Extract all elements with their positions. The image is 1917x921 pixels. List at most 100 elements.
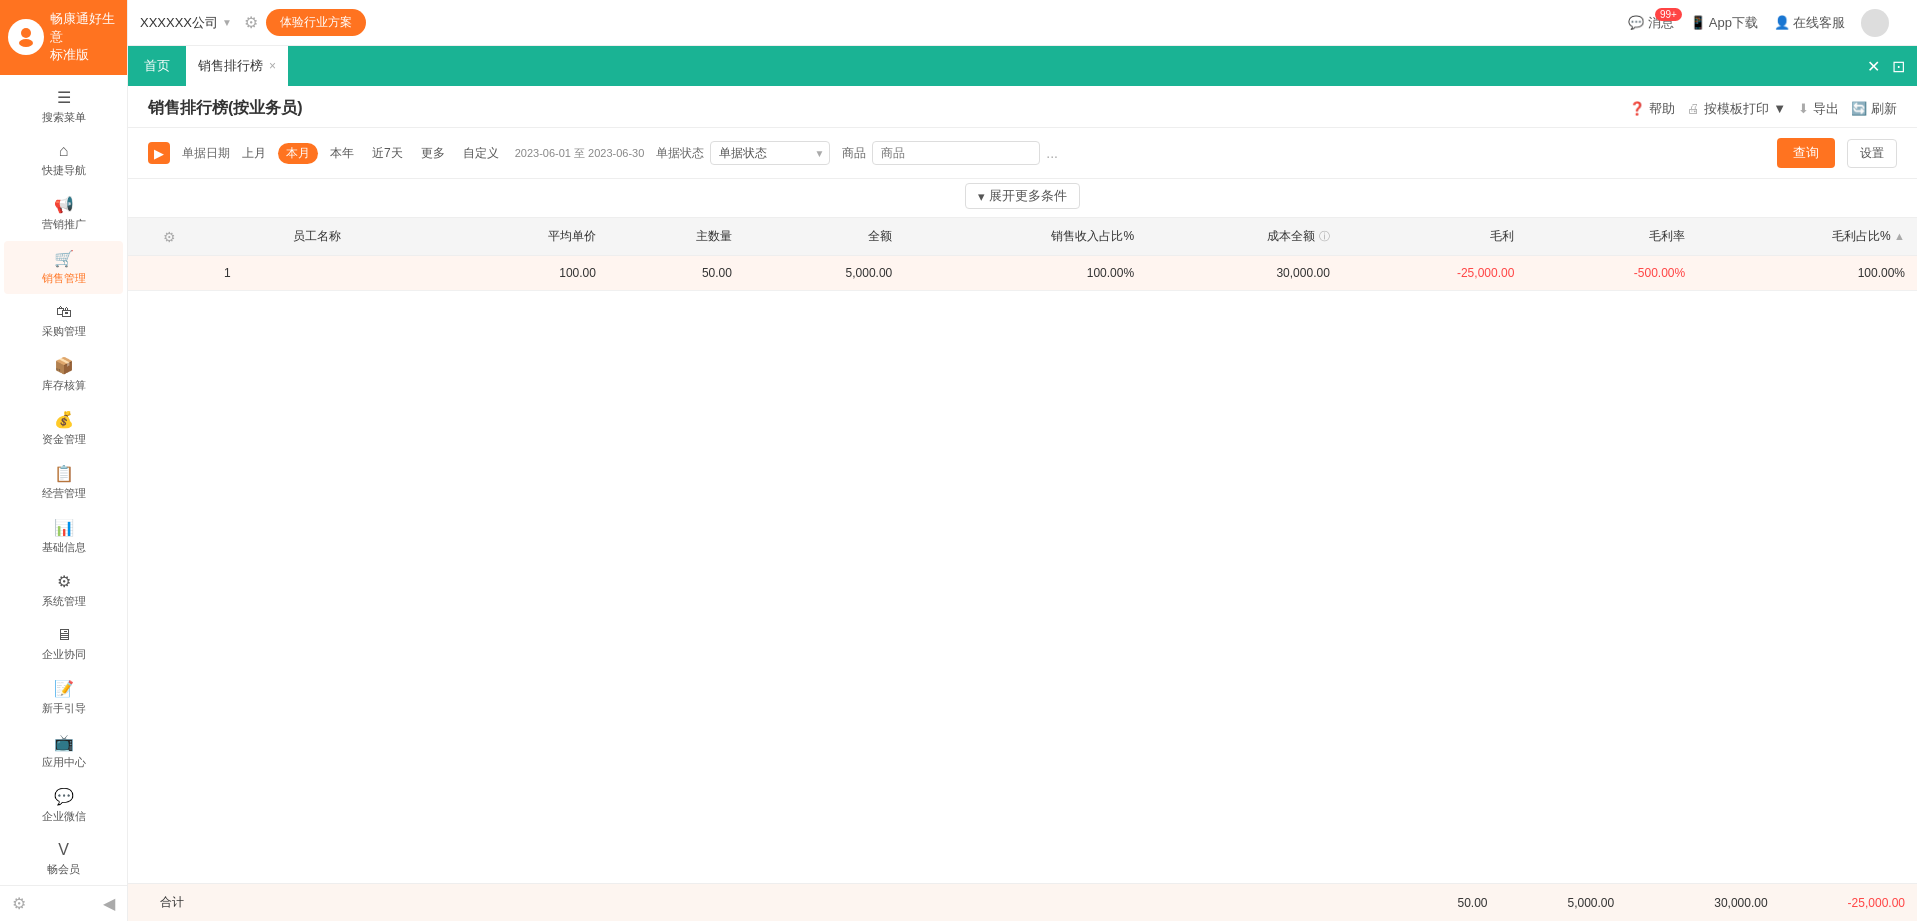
sidebar-item-搜索菜单[interactable]: ☰ 搜索菜单 bbox=[4, 80, 123, 133]
date-this-month-button[interactable]: 本月 bbox=[278, 143, 318, 164]
sidebar-label-8: 基础信息 bbox=[42, 540, 86, 555]
sidebar-item-企业微信[interactable]: 💬 企业微信 bbox=[4, 779, 123, 832]
settings-icon[interactable]: ⚙ bbox=[163, 229, 176, 245]
sidebar-icon-2: 📢 bbox=[54, 195, 74, 214]
message-icon: 💬 bbox=[1628, 15, 1644, 30]
more-filters-icon[interactable]: ... bbox=[1046, 145, 1058, 161]
tab-active-label: 销售排行榜 bbox=[198, 57, 263, 75]
status-filter-group: 单据状态 单据状态 ▼ bbox=[656, 141, 830, 165]
service-label: 在线客服 bbox=[1793, 14, 1845, 32]
svg-point-0 bbox=[21, 28, 31, 38]
topbar-settings-icon[interactable]: ⚙ bbox=[244, 13, 258, 32]
sidebar-label-7: 经营管理 bbox=[42, 486, 86, 501]
status-label: 单据状态 bbox=[656, 145, 704, 162]
filter-toggle-icon: ▶ bbox=[154, 146, 164, 161]
sidebar-icon-8: 📊 bbox=[54, 518, 74, 537]
sidebar-label-1: 快捷导航 bbox=[42, 163, 86, 178]
sidebar-icon-13: 💬 bbox=[54, 787, 74, 806]
online-service-button[interactable]: 👤 在线客服 bbox=[1774, 14, 1845, 32]
footer-amount: 5,000.00 bbox=[1568, 896, 1615, 910]
col-cost: 成本全额 ⓘ bbox=[1146, 218, 1342, 256]
date-7days-button[interactable]: 近7天 bbox=[366, 143, 409, 164]
col-profit-pct: 毛利占比% ▲ bbox=[1697, 218, 1917, 256]
row-avg-price: 100.00 bbox=[445, 256, 608, 291]
topbar: XXXXXX公司 ▼ ⚙ 体验行业方案 💬 消息 99+ 📱 App下载 👤 在… bbox=[128, 0, 1917, 46]
date-custom-button[interactable]: 自定义 bbox=[457, 143, 505, 164]
sidebar-item-采购管理[interactable]: 🛍 采购管理 bbox=[4, 295, 123, 347]
col-profit-rate: 毛利率 bbox=[1526, 218, 1697, 256]
tab-sales-ranking[interactable]: 销售排行榜 × bbox=[186, 46, 288, 86]
tabbar-close-icon[interactable]: ✕ bbox=[1867, 57, 1880, 76]
company-dropdown-icon: ▼ bbox=[222, 17, 232, 28]
company-selector[interactable]: XXXXXX公司 ▼ bbox=[140, 14, 232, 32]
sidebar-icon-0: ☰ bbox=[57, 88, 71, 107]
cost-info-icon: ⓘ bbox=[1319, 230, 1330, 242]
footer-qty: 50.00 bbox=[1457, 896, 1487, 910]
expand-label: 展开更多条件 bbox=[989, 187, 1067, 205]
expand-conditions-button[interactable]: ▾ 展开更多条件 bbox=[965, 183, 1080, 209]
help-button[interactable]: ❓ 帮助 bbox=[1629, 100, 1675, 118]
row-rank: 1 bbox=[212, 256, 282, 291]
footer-cost: 30,000.00 bbox=[1714, 896, 1767, 910]
sidebar-label-6: 资金管理 bbox=[42, 432, 86, 447]
sidebar-item-基础信息[interactable]: 📊 基础信息 bbox=[4, 510, 123, 563]
main-content: XXXXXX公司 ▼ ⚙ 体验行业方案 💬 消息 99+ 📱 App下载 👤 在… bbox=[128, 0, 1917, 921]
app-icon: 📱 bbox=[1690, 15, 1706, 30]
export-button[interactable]: ⬇ 导出 bbox=[1798, 100, 1839, 118]
row-profit-pct: 100.00% bbox=[1697, 256, 1917, 291]
sidebar-item-企业协同[interactable]: 🖥 企业协同 bbox=[4, 618, 123, 670]
sidebar-item-经营管理[interactable]: 📋 经营管理 bbox=[4, 456, 123, 509]
col-name: 员工名称 bbox=[281, 218, 444, 256]
date-last-month-button[interactable]: 上月 bbox=[236, 143, 272, 164]
app-download-button[interactable]: 📱 App下载 bbox=[1690, 14, 1758, 32]
sidebar-collapse-icon[interactable]: ◀ bbox=[103, 894, 115, 913]
trial-button[interactable]: 体验行业方案 bbox=[266, 9, 366, 36]
status-select[interactable]: 单据状态 bbox=[710, 141, 830, 165]
message-badge: 99+ bbox=[1655, 8, 1682, 21]
sidebar-item-应用中心[interactable]: 📺 应用中心 bbox=[4, 725, 123, 778]
filter-bar: ▶ 单据日期 上月 本月 本年 近7天 更多 自定义 2023-06-01 至 … bbox=[128, 128, 1917, 179]
ranking-table: ⚙ 员工名称 平均单价 主数量 全额 销售收入占比% 成本全额 ⓘ 毛利 毛利率 bbox=[128, 218, 1917, 291]
row-profit-rate: -500.00% bbox=[1526, 256, 1697, 291]
tab-close-icon[interactable]: × bbox=[269, 59, 276, 73]
sidebar-label-5: 库存核算 bbox=[42, 378, 86, 393]
filter-toggle-button[interactable]: ▶ bbox=[148, 142, 170, 164]
logo-icon bbox=[8, 19, 44, 55]
filter-settings-button[interactable]: 设置 bbox=[1847, 139, 1897, 168]
query-button[interactable]: 查询 bbox=[1777, 138, 1835, 168]
table-header-row: ⚙ 员工名称 平均单价 主数量 全额 销售收入占比% 成本全额 ⓘ 毛利 毛利率 bbox=[128, 218, 1917, 256]
sidebar-label-2: 营销推广 bbox=[42, 217, 86, 232]
tab-home-label: 首页 bbox=[144, 57, 170, 75]
sidebar-item-畅会员[interactable]: V 畅会员 bbox=[4, 833, 123, 885]
logo-text: 畅康通好生意 标准版 bbox=[50, 10, 119, 65]
sidebar-item-系统管理[interactable]: ⚙ 系统管理 bbox=[4, 564, 123, 617]
export-icon: ⬇ bbox=[1798, 101, 1809, 116]
sidebar-item-新手引导[interactable]: 📝 新手引导 bbox=[4, 671, 123, 724]
sidebar-item-资金管理[interactable]: 💰 资金管理 bbox=[4, 402, 123, 455]
col-qty: 主数量 bbox=[608, 218, 744, 256]
goods-input[interactable] bbox=[872, 141, 1040, 165]
tabbar-restore-icon[interactable]: ⊡ bbox=[1892, 57, 1905, 76]
message-button[interactable]: 💬 消息 99+ bbox=[1628, 14, 1674, 32]
sidebar-icon-9: ⚙ bbox=[57, 572, 71, 591]
tab-home[interactable]: 首页 bbox=[128, 46, 186, 86]
date-this-year-button[interactable]: 本年 bbox=[324, 143, 360, 164]
sidebar-item-营销推广[interactable]: 📢 营销推广 bbox=[4, 187, 123, 240]
print-button[interactable]: 🖨 按模板打印 ▼ bbox=[1687, 100, 1786, 118]
footer-profit: -25,000.00 bbox=[1848, 896, 1905, 910]
sidebar-item-销售管理[interactable]: 🛒 销售管理 bbox=[4, 241, 123, 294]
sidebar-icon-12: 📺 bbox=[54, 733, 74, 752]
footer-total-label: 合计 bbox=[140, 894, 184, 911]
date-more-button[interactable]: 更多 bbox=[415, 143, 451, 164]
row-sales-pct: 100.00% bbox=[904, 256, 1146, 291]
refresh-button[interactable]: 🔄 刷新 bbox=[1851, 100, 1897, 118]
sidebar-label-13: 企业微信 bbox=[42, 809, 86, 824]
sidebar-settings-icon[interactable]: ⚙ bbox=[12, 894, 26, 913]
sidebar-item-快捷导航[interactable]: ⌂ 快捷导航 bbox=[4, 134, 123, 186]
sidebar-label-0: 搜索菜单 bbox=[42, 110, 86, 125]
sidebar-item-库存核算[interactable]: 📦 库存核算 bbox=[4, 348, 123, 401]
sidebar-icon-10: 🖥 bbox=[56, 626, 72, 644]
date-label: 单据日期 bbox=[182, 145, 230, 162]
app-label: App下载 bbox=[1709, 14, 1758, 32]
user-avatar[interactable] bbox=[1861, 9, 1889, 37]
